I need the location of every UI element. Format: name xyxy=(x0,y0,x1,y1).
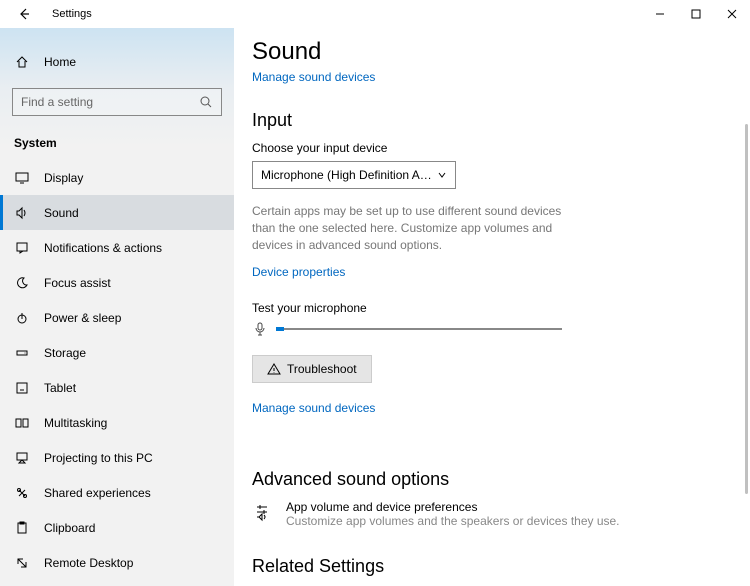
advanced-section-title: Advanced sound options xyxy=(252,469,720,490)
titlebar: Settings xyxy=(0,0,750,28)
home-button[interactable]: Home xyxy=(0,46,234,78)
moon-icon xyxy=(14,275,30,291)
window-controls xyxy=(642,0,750,28)
main-content: Sound Manage sound devices Input Choose … xyxy=(234,28,750,586)
nav-clipboard[interactable]: Clipboard xyxy=(0,510,234,545)
home-icon xyxy=(14,54,30,70)
back-button[interactable] xyxy=(14,4,34,24)
microphone-icon xyxy=(252,321,268,337)
manage-devices-link[interactable]: Manage sound devices xyxy=(252,401,375,415)
maximize-button[interactable] xyxy=(678,0,714,28)
device-properties-link[interactable]: Device properties xyxy=(252,265,345,279)
warning-icon xyxy=(267,362,281,376)
close-button[interactable] xyxy=(714,0,750,28)
clipboard-icon xyxy=(14,520,30,536)
nav-remote[interactable]: Remote Desktop xyxy=(0,545,234,580)
project-icon xyxy=(14,450,30,466)
nav-focus-assist[interactable]: Focus assist xyxy=(0,265,234,300)
multitask-icon xyxy=(14,415,30,431)
tablet-icon xyxy=(14,380,30,396)
nav-power[interactable]: Power & sleep xyxy=(0,300,234,335)
nav-projecting[interactable]: Projecting to this PC xyxy=(0,440,234,475)
app-volume-title: App volume and device preferences xyxy=(286,500,620,514)
nav-multitasking[interactable]: Multitasking xyxy=(0,405,234,440)
nav-storage[interactable]: Storage xyxy=(0,335,234,370)
app-volume-preferences[interactable]: App volume and device preferences Custom… xyxy=(252,500,720,528)
nav-notifications[interactable]: Notifications & actions xyxy=(0,230,234,265)
sidebar: Home System Display Sound xyxy=(0,28,234,586)
nav-sound[interactable]: Sound xyxy=(0,195,234,230)
nav-list: Display Sound Notifications & actions Fo… xyxy=(0,160,234,586)
microphone-level-fill xyxy=(276,327,284,331)
microphone-level-row xyxy=(252,321,720,337)
notifications-icon xyxy=(14,240,30,256)
power-icon xyxy=(14,310,30,326)
chevron-down-icon xyxy=(437,170,447,180)
scrollbar[interactable] xyxy=(745,124,748,494)
input-device-value: Microphone (High Definition Audio... xyxy=(261,168,437,182)
choose-input-label: Choose your input device xyxy=(252,141,720,155)
home-label: Home xyxy=(44,55,76,69)
storage-icon xyxy=(14,345,30,361)
shared-icon xyxy=(14,485,30,501)
nav-shared[interactable]: Shared experiences xyxy=(0,475,234,510)
app-title: Settings xyxy=(52,8,92,20)
search-input[interactable] xyxy=(21,95,199,109)
settings-window: Settings Home System xyxy=(0,0,750,586)
input-device-dropdown[interactable]: Microphone (High Definition Audio... xyxy=(252,161,456,189)
related-section-title: Related Settings xyxy=(252,556,720,577)
remote-icon xyxy=(14,555,30,571)
group-header-system: System xyxy=(0,130,234,160)
microphone-level-meter xyxy=(276,328,562,330)
page-heading: Sound xyxy=(252,38,720,66)
input-help-text: Certain apps may be set up to use differ… xyxy=(252,203,582,253)
titlebar-left: Settings xyxy=(0,0,234,28)
sound-icon xyxy=(14,205,30,221)
nav-tablet[interactable]: Tablet xyxy=(0,370,234,405)
nav-display[interactable]: Display xyxy=(0,160,234,195)
input-section-title: Input xyxy=(252,110,720,131)
display-icon xyxy=(14,170,30,186)
mixer-icon xyxy=(252,500,276,524)
test-microphone-label: Test your microphone xyxy=(252,301,720,315)
search-box[interactable] xyxy=(12,88,222,116)
app-volume-sub: Customize app volumes and the speakers o… xyxy=(286,514,620,528)
troubleshoot-button[interactable]: Troubleshoot xyxy=(252,355,372,383)
search-icon xyxy=(199,95,213,109)
minimize-button[interactable] xyxy=(642,0,678,28)
manage-devices-link-top[interactable]: Manage sound devices xyxy=(252,70,375,84)
